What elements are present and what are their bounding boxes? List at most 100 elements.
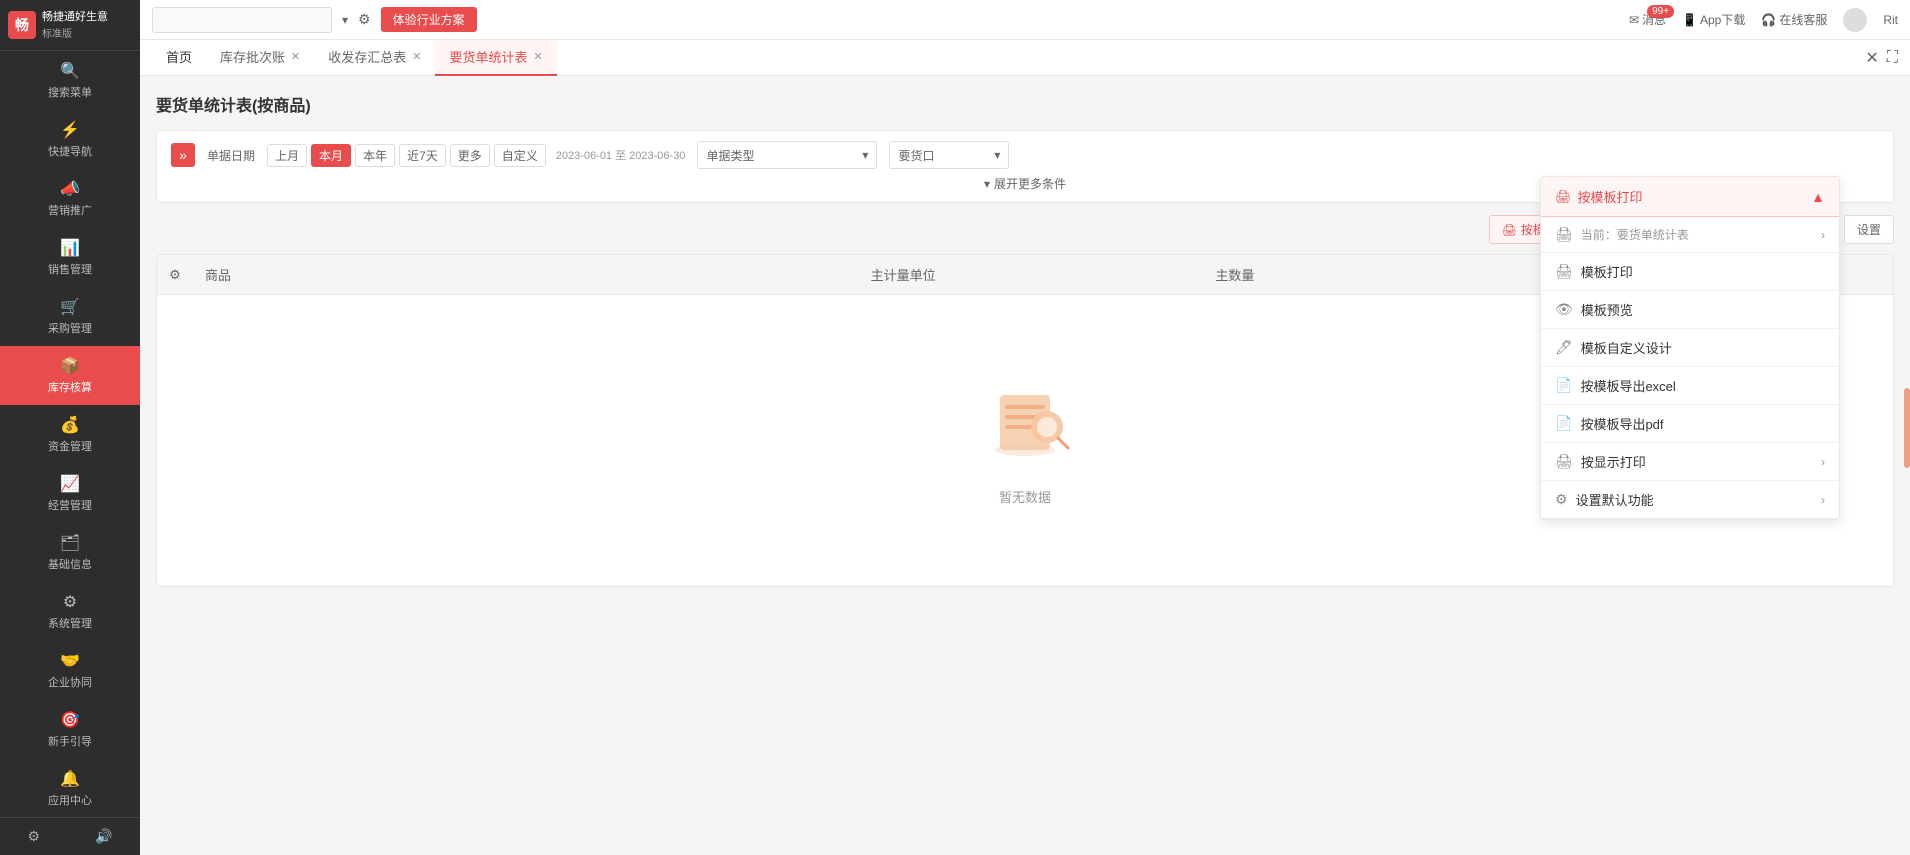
service-label: 在线客服 [1779,11,1827,28]
app-center-icon: 🔔 [60,769,80,789]
template-design-icon: 🖊 [1555,339,1573,356]
filter-btn-last-month[interactable]: 上月 [267,144,307,167]
set-default-label: 设置默认功能 [1576,490,1654,509]
template-preview-label: 模板预览 [1581,300,1633,319]
logo-icon: 畅 [8,11,36,39]
inventory-icon: 📦 [60,356,80,376]
tab-home[interactable]: 首页 [152,40,206,76]
sidebar-item-finance[interactable]: 💰 资金管理 [0,405,140,464]
sidebar-item-shortcut[interactable]: ⚡ 快捷导航 [0,110,140,169]
settings-button[interactable]: 设置 [1844,215,1894,244]
filter-btn-this-month[interactable]: 本月 [311,144,351,167]
table-col-product: 商品 [193,255,859,294]
display-print-item[interactable]: 🖨 按显示打印 › [1541,443,1839,481]
filter-row-main: » 单据日期 上月 本月 本年 近7天 更多 自定义 2023-06-01 至 … [171,141,1879,169]
set-default-item[interactable]: ⚙ 设置默认功能 › [1541,481,1839,519]
export-excel-item[interactable]: 📄 按模板导出excel [1541,367,1839,405]
sidebar-item-label: 快捷导航 [48,143,92,159]
settings-footer-icon[interactable]: ⚙ [28,828,41,845]
sound-footer-icon[interactable]: 🔊 [95,828,112,845]
table-col-gear[interactable]: ⚙ [157,255,193,294]
tabs-close-icon[interactable]: ✕ [1865,48,1878,68]
tab-order-stats[interactable]: 要货单统计表 ✕ [435,40,556,76]
sidebar-item-purchase[interactable]: 🛒 采购管理 [0,287,140,346]
print-dropdown-header: 🖨 按模板打印 ▲ [1541,177,1839,217]
sidebar-item-label: 应用中心 [48,792,92,808]
export-pdf-label: 按模板导出pdf [1580,414,1663,433]
sidebar-item-inventory[interactable]: 📦 库存核算 [0,346,140,405]
sidebar-item-guide[interactable]: 🎯 新手引导 [0,700,140,759]
export-pdf-icon: 📄 [1555,415,1572,432]
sidebar-footer: ⚙ 🔊 [0,817,140,855]
main-area: ▾ ⚙ 体验行业方案 ✉ 消息 99+ 📱 App下载 🎧 在线客服 Rit 首… [140,0,1910,855]
print-current-icon: 🖨 [1555,226,1573,243]
finance-icon: 💰 [60,415,80,435]
filter-date-range: 2023-06-01 至 2023-06-30 [556,147,686,163]
filter-type-select[interactable]: 单据类型 ▾ [697,141,877,169]
logo-text: 畅捷通好生意 标准版 [42,10,108,40]
print-template-item[interactable]: 🖨 模板打印 [1541,253,1839,291]
print-preview-item[interactable]: 👁 模板预览 [1541,291,1839,329]
sidebar-logo: 畅 畅捷通好生意 标准版 [0,0,140,51]
message-badge: 99+ [1647,5,1674,18]
sidebar-item-collab[interactable]: 🤝 企业协同 [0,641,140,700]
tab-batch-label: 库存批次账 [220,47,285,66]
sidebar-item-label: 搜索菜单 [48,84,92,100]
sidebar-item-app-center[interactable]: 🔔 应用中心 [0,759,140,817]
tab-bar: 首页 库存批次账 ✕ 收发存汇总表 ✕ 要货单统计表 ✕ ✕ ⛶ [140,40,1910,76]
filter-expand-button[interactable]: » [171,143,195,167]
template-print-label: 模板打印 [1581,262,1633,281]
app-label: App下载 [1700,11,1745,28]
print-dropdown-close-icon[interactable]: ▲ [1811,189,1825,205]
message-button[interactable]: ✉ 消息 99+ [1629,11,1666,28]
tab-batch-close[interactable]: ✕ [291,50,300,63]
sidebar-item-basic[interactable]: 🗂 基础信息 [0,523,140,582]
filter-type-label: 单据类型 [706,147,754,164]
sidebar-item-sales[interactable]: 📊 销售管理 [0,228,140,287]
sidebar-item-label: 采购管理 [48,320,92,336]
table-col-qty: 主数量 [1203,255,1548,294]
shortcut-icon: ⚡ [60,120,80,140]
tab-order-stats-close[interactable]: ✕ [534,50,543,63]
tab-batch[interactable]: 库存批次账 ✕ [206,40,314,76]
empty-text: 暂无数据 [999,487,1051,506]
app-download-button[interactable]: 📱 App下载 [1682,11,1745,28]
export-excel-icon: 📄 [1555,377,1572,394]
filter-btn-7days[interactable]: 近7天 [399,144,446,167]
tab-collection-close[interactable]: ✕ [412,50,421,63]
filter-goods-arrow: ▾ [994,148,1000,162]
tabs-expand-icon[interactable]: ⛶ [1887,49,1898,67]
search-icon: 🔍 [60,61,80,81]
filter-btn-this-year[interactable]: 本年 [355,144,395,167]
sidebar-item-marketing[interactable]: 📣 营销推广 [0,169,140,228]
display-print-left: 🖨 按显示打印 [1555,452,1646,471]
print-design-item[interactable]: 🖊 模板自定义设计 [1541,329,1839,367]
export-pdf-item[interactable]: 📄 按模板导出pdf [1541,405,1839,443]
print-current-label: 当前：要货单统计表 [1581,226,1689,243]
sidebar-nav: 🔍 搜索菜单 ⚡ 快捷导航 📣 营销推广 📊 销售管理 🛒 采购管理 📦 库存核… [0,51,140,817]
topbar-dropdown-icon[interactable]: ▾ [342,13,348,27]
sidebar-item-label: 基础信息 [48,556,92,572]
topbar-gear-icon[interactable]: ⚙ [358,11,371,28]
sidebar-item-system[interactable]: ⚙ 系统管理 [0,582,140,641]
table-col-unit: 主计量单位 [859,255,1204,294]
collab-icon: 🤝 [60,651,80,671]
sidebar-item-operation[interactable]: 📈 经营管理 [0,464,140,523]
tab-collection[interactable]: 收发存汇总表 ✕ [314,40,435,76]
filter-goods-select[interactable]: 要货口 ▾ [889,141,1009,169]
filter-btn-custom[interactable]: 自定义 [494,144,546,167]
user-avatar[interactable] [1843,8,1867,32]
sidebar-item-label: 销售管理 [48,261,92,277]
right-scrollbar[interactable] [1904,388,1910,468]
export-excel-label: 按模板导出excel [1580,376,1675,395]
print-current-item[interactable]: 🖨 当前：要货单统计表 › [1541,217,1839,253]
filter-btn-more[interactable]: 更多 [450,144,490,167]
print-dropdown-title-label: 按模板打印 [1578,187,1643,206]
search-input[interactable] [152,7,332,33]
logo-title: 畅捷通好生意 [42,10,108,25]
sidebar-item-search[interactable]: 🔍 搜索菜单 [0,51,140,110]
print-dropdown-panel: 🖨 按模板打印 ▲ 🖨 当前：要货单统计表 › 🖨 模板打印 👁 模板预览 [1540,176,1840,520]
guide-icon: 🎯 [60,710,80,730]
trial-button[interactable]: 体验行业方案 [381,7,477,32]
online-service-button[interactable]: 🎧 在线客服 [1761,11,1827,28]
